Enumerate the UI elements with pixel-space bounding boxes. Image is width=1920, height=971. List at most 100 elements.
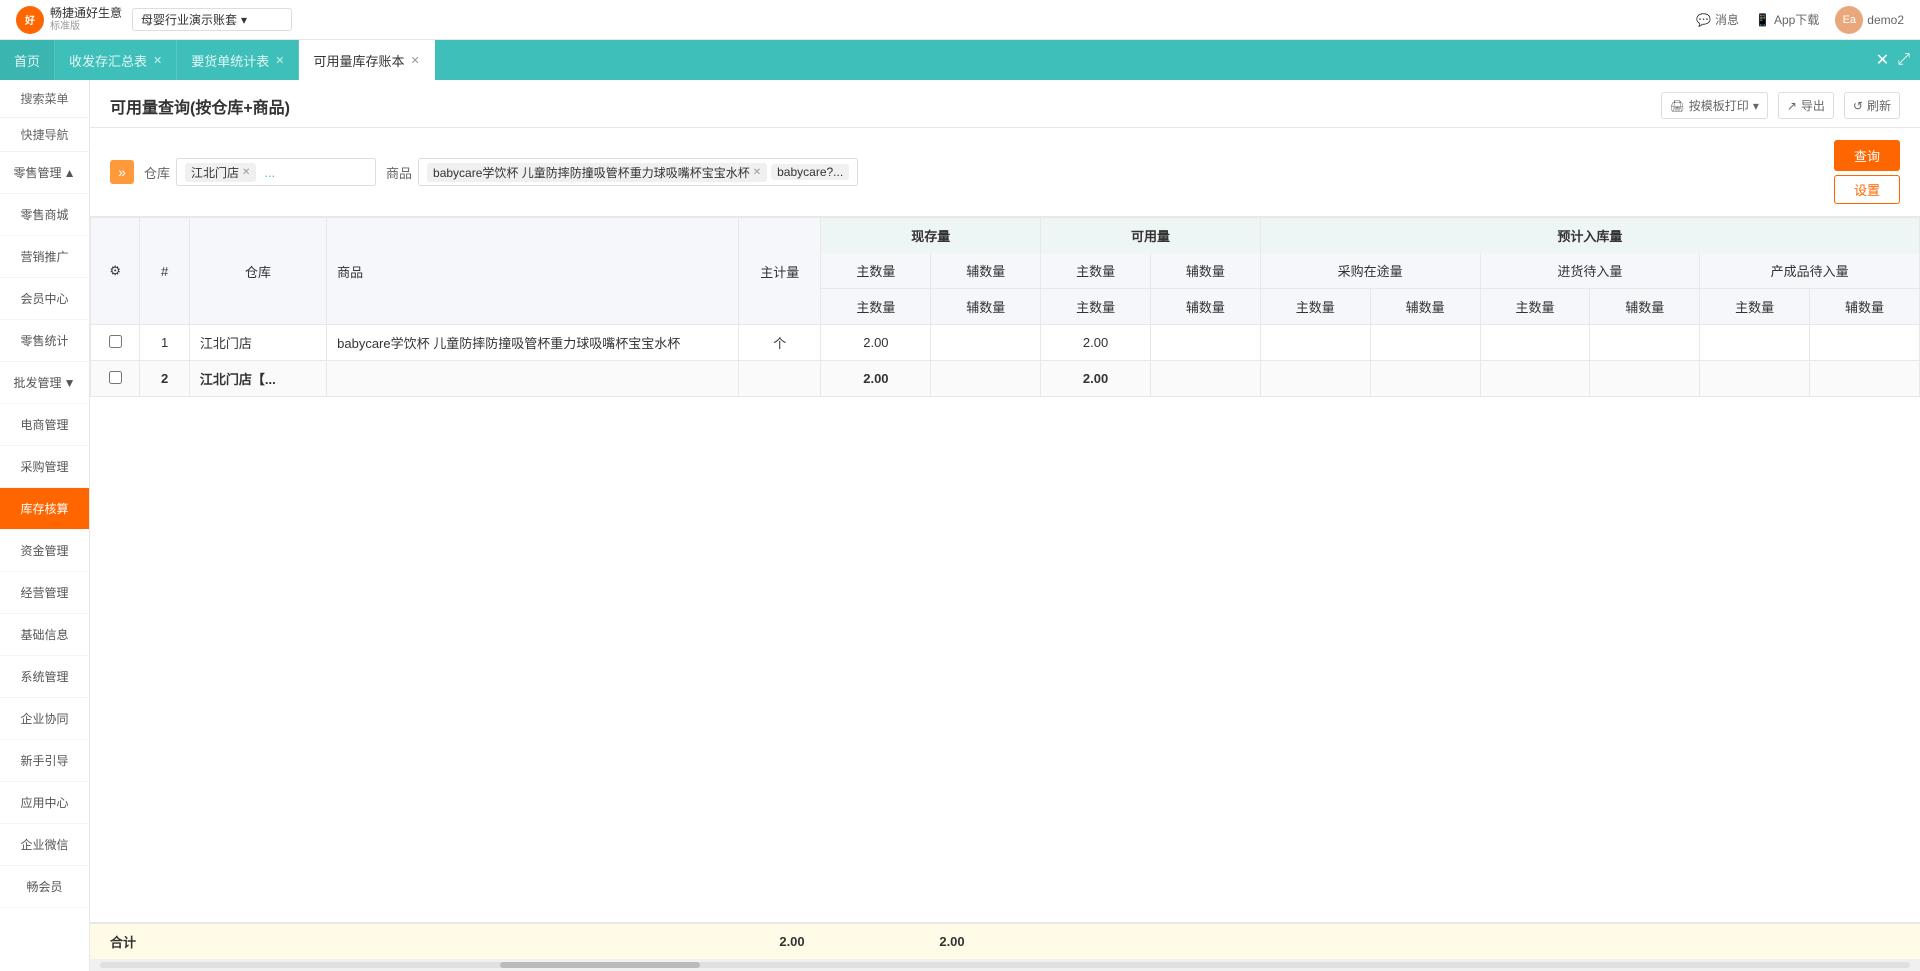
- table-footer: 合计 2.00 2.00: [90, 922, 1920, 959]
- filter-actions: 查询 设置: [1834, 140, 1900, 204]
- warehouse-tag: 江北门店 ✕: [185, 163, 256, 182]
- warehouse-tags[interactable]: 江北门店 ✕ ...: [176, 158, 376, 186]
- tab-orders[interactable]: 要货单统计表 ✕: [177, 40, 299, 80]
- window-expand-icon[interactable]: ⤢: [1897, 51, 1910, 69]
- page-header: 可用量查询(按仓库+商品) 🖨 按模板打印 ▾ ↗ 导出 ↺ 刷新: [90, 80, 1920, 128]
- row2-pur-main: [1260, 361, 1370, 397]
- receipts-tab-label: 收发存汇总表: [69, 51, 147, 70]
- top-bar-right: 💬 消息 📱 App下载 Ea demo2: [1696, 6, 1904, 34]
- th-inb-aux: 辅数量: [1590, 289, 1700, 325]
- row1-unit: 个: [739, 325, 821, 361]
- app-download-button[interactable]: 📱 App下载: [1755, 11, 1819, 28]
- row2-inb-main: [1480, 361, 1590, 397]
- available-tab-close[interactable]: ✕: [411, 54, 420, 67]
- print-arrow-icon: ▾: [1753, 99, 1759, 113]
- th-current-aux: 辅数量: [931, 253, 1041, 289]
- receipts-tab-close[interactable]: ✕: [153, 54, 162, 67]
- sidebar-item-retail-mgmt[interactable]: 零售管理 ▲: [0, 152, 89, 194]
- row2-warehouse: 江北门店【...: [189, 361, 326, 397]
- th-avail-aux2: 辅数量: [1151, 289, 1261, 325]
- print-button[interactable]: 🖨 按模板打印 ▾: [1661, 92, 1768, 119]
- row1-pur-main: [1260, 325, 1370, 361]
- table-row: 2 江北门店【... 2.00 2.00: [91, 361, 1920, 397]
- row1-seq: 1: [140, 325, 189, 361]
- tab-home[interactable]: 首页: [0, 40, 55, 80]
- sidebar-item-wholesale[interactable]: 批发管理 ▼: [0, 362, 89, 404]
- nav-tabs: 首页 收发存汇总表 ✕ 要货单统计表 ✕ 可用量库存账本 ✕ ✕ ⤢: [0, 40, 1920, 80]
- sidebar-item-operations[interactable]: 经营管理: [0, 572, 89, 614]
- sidebar-item-corpwechat[interactable]: 企业微信: [0, 824, 89, 866]
- sidebar-item-marketing[interactable]: 营销推广: [0, 236, 89, 278]
- scroll-bar-thumb[interactable]: [500, 962, 700, 968]
- tab-receipts[interactable]: 收发存汇总表 ✕: [55, 40, 177, 80]
- sidebar-item-enterprise[interactable]: 企业协同: [0, 698, 89, 740]
- th-inb-main: 主数量: [1480, 289, 1590, 325]
- tab-actions: ✕ ⤢: [1866, 40, 1920, 80]
- th-seq: #: [140, 218, 189, 325]
- top-bar: 好 畅捷通好生意 标准版 母婴行业演示账套 ▾ 💬 消息 📱 App下载 Ea …: [0, 0, 1920, 40]
- product-tags[interactable]: babycare学饮杯 儿童防摔防撞吸管杯重力球吸嘴杯宝宝水杯 ✕ babyca…: [418, 158, 858, 186]
- filter-toggle-button[interactable]: »: [110, 160, 134, 184]
- sidebar-item-retail-mall[interactable]: 零售商城: [0, 194, 89, 236]
- print-icon: 🖨: [1670, 99, 1685, 113]
- sidebar-item-retail-stats[interactable]: 零售统计: [0, 320, 89, 362]
- orders-tab-label: 要货单统计表: [191, 51, 269, 70]
- sidebar-quick-nav[interactable]: 快捷导航: [0, 118, 89, 152]
- row1-check[interactable]: [91, 325, 140, 361]
- sidebar: 搜索菜单 快捷导航 零售管理 ▲ 零售商城 营销推广 会员中心 零售统计 批发管…: [0, 80, 90, 971]
- th-current-stock: 现存量: [821, 218, 1041, 254]
- product-tag-2: babycare?...: [771, 164, 849, 180]
- settings-button[interactable]: 设置: [1834, 175, 1900, 204]
- warehouse-tag-remove[interactable]: ✕: [242, 167, 250, 178]
- row2-unit: [739, 361, 821, 397]
- warehouse-label: 仓库: [144, 163, 170, 182]
- app-icon: 📱: [1755, 13, 1770, 27]
- product-filter: 商品 babycare学饮杯 儿童防摔防撞吸管杯重力球吸嘴杯宝宝水杯 ✕ bab…: [386, 158, 858, 186]
- sidebar-search[interactable]: 搜索菜单: [0, 80, 89, 118]
- sidebar-item-purchase[interactable]: 采购管理: [0, 446, 89, 488]
- message-button[interactable]: 💬 消息: [1696, 11, 1739, 28]
- sidebar-item-member2[interactable]: 畅会员: [0, 866, 89, 908]
- sidebar-item-appcenter[interactable]: 应用中心: [0, 782, 89, 824]
- sidebar-item-finance[interactable]: 资金管理: [0, 530, 89, 572]
- row2-check[interactable]: [91, 361, 140, 397]
- row2-seq: 2: [140, 361, 189, 397]
- th-curr-aux2: 辅数量: [931, 289, 1041, 325]
- product-tag1-remove[interactable]: ✕: [753, 167, 761, 178]
- sidebar-item-inventory[interactable]: 库存核算: [0, 488, 89, 530]
- page-actions: 🖨 按模板打印 ▾ ↗ 导出 ↺ 刷新: [1661, 92, 1900, 119]
- sidebar-item-basics[interactable]: 基础信息: [0, 614, 89, 656]
- logo-icon: 好: [16, 6, 44, 34]
- row1-product: babycare学饮杯 儿童防摔防撞吸管杯重力球吸嘴杯宝宝水杯: [327, 325, 739, 361]
- sidebar-item-system[interactable]: 系统管理: [0, 656, 89, 698]
- user-menu[interactable]: Ea demo2: [1835, 6, 1904, 34]
- th-prod-main: 主数量: [1700, 289, 1810, 325]
- warehouse-more[interactable]: ...: [260, 165, 279, 180]
- export-icon: ↗: [1787, 99, 1797, 113]
- home-tab-label: 首页: [14, 51, 40, 70]
- sidebar-item-member[interactable]: 会员中心: [0, 278, 89, 320]
- row1-inb-main: [1480, 325, 1590, 361]
- filter-area: » 仓库 江北门店 ✕ ... 商品 babycare学饮杯 儿童防摔防撞吸管杯…: [90, 128, 1920, 217]
- row2-avail-aux: [1151, 361, 1261, 397]
- sidebar-item-ecommerce[interactable]: 电商管理: [0, 404, 89, 446]
- orders-tab-close[interactable]: ✕: [275, 54, 284, 67]
- th-unit: 主计量: [739, 218, 821, 325]
- row2-inb-aux: [1590, 361, 1700, 397]
- tenant-selector[interactable]: 母婴行业演示账套 ▾: [132, 8, 292, 31]
- sidebar-item-newguide[interactable]: 新手引导: [0, 740, 89, 782]
- th-products-pending: 产成品待入量: [1700, 253, 1920, 289]
- th-pur-aux: 辅数量: [1370, 289, 1480, 325]
- th-settings[interactable]: ⚙: [91, 218, 140, 325]
- th-avail-main: 主数量: [1041, 253, 1151, 289]
- query-button[interactable]: 查询: [1834, 140, 1900, 171]
- export-button[interactable]: ↗ 导出: [1778, 92, 1834, 119]
- th-pur-main: 主数量: [1260, 289, 1370, 325]
- refresh-button[interactable]: ↺ 刷新: [1844, 92, 1900, 119]
- window-close-icon[interactable]: ✕: [1876, 50, 1889, 70]
- avatar: Ea: [1835, 6, 1863, 34]
- content-area: 可用量查询(按仓库+商品) 🖨 按模板打印 ▾ ↗ 导出 ↺ 刷新: [90, 80, 1920, 971]
- main-layout: 搜索菜单 快捷导航 零售管理 ▲ 零售商城 营销推广 会员中心 零售统计 批发管…: [0, 80, 1920, 971]
- th-product: 商品: [327, 218, 739, 325]
- tab-available[interactable]: 可用量库存账本 ✕: [299, 40, 434, 80]
